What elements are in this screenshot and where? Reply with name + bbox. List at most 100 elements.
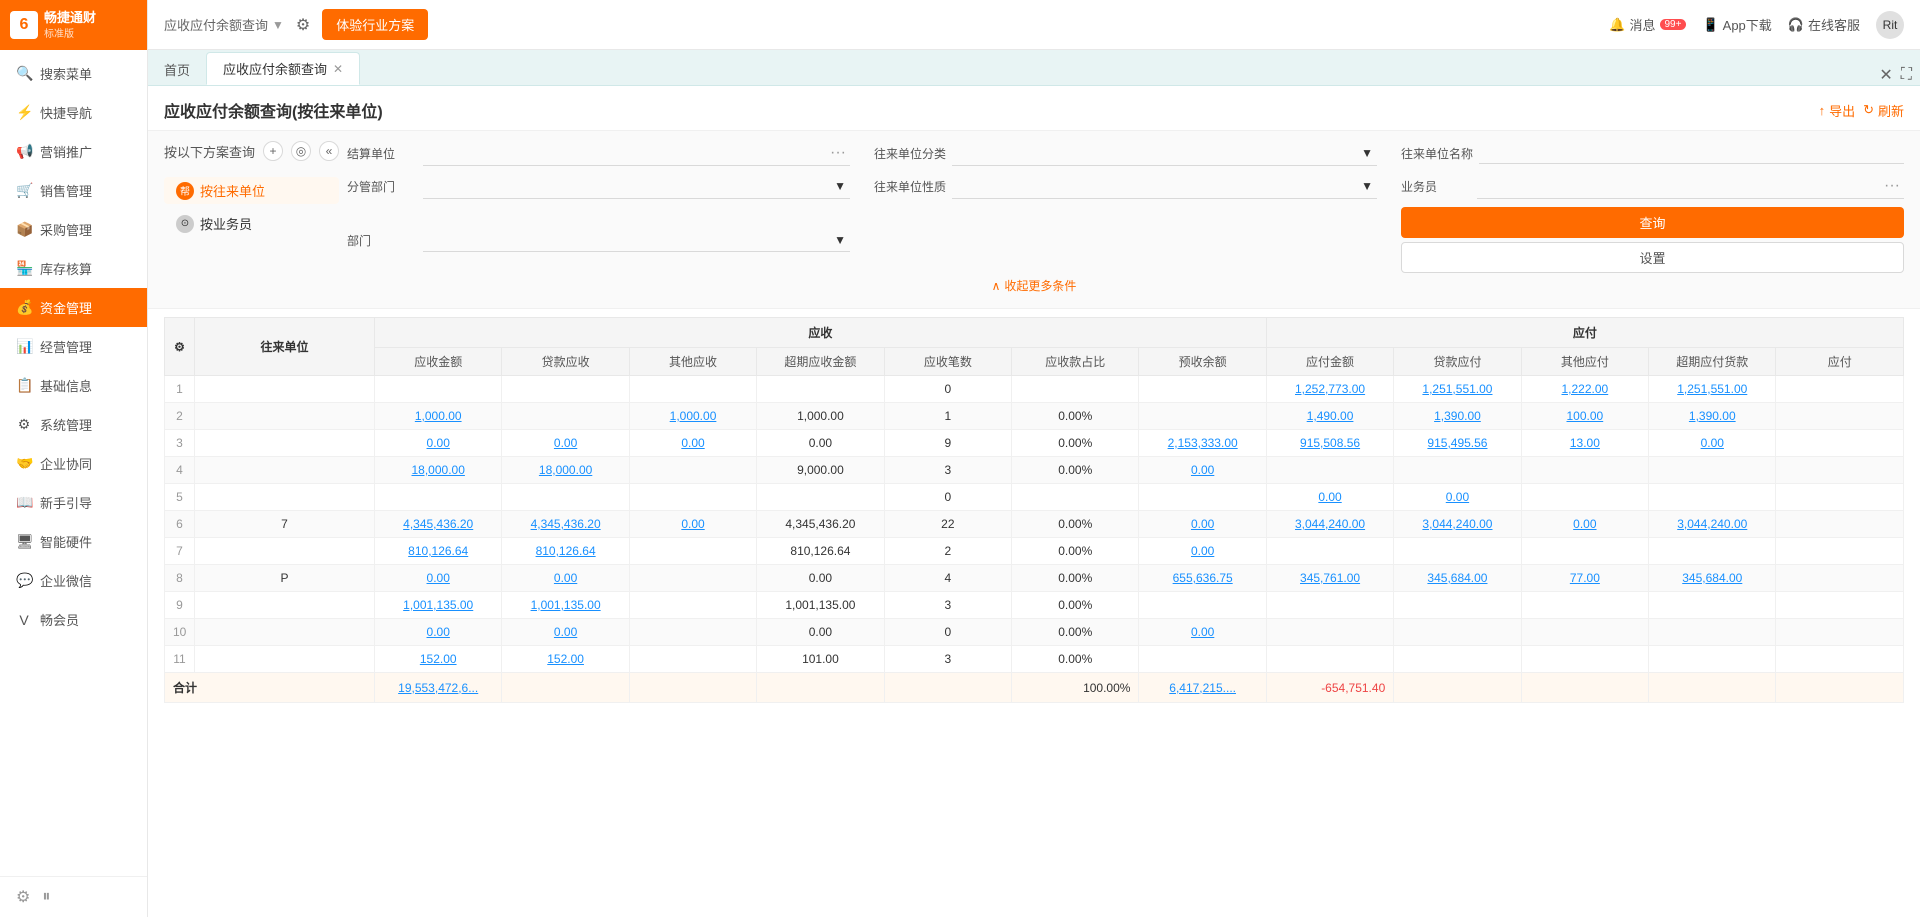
cell-row7-col9[interactable]: 345,761.00 [1266, 565, 1393, 592]
filter-collapse-btn[interactable]: ∧ 收起更多条件 [164, 273, 1904, 298]
cell-row9-col8[interactable]: 0.00 [1139, 619, 1266, 646]
cell-row9-col2[interactable]: 0.00 [375, 619, 502, 646]
cell-row10-col3[interactable]: 152.00 [502, 646, 629, 673]
dept-select[interactable]: ▼ [423, 175, 850, 199]
cell-row9-col9[interactable] [1266, 619, 1393, 646]
cell-row2-col10[interactable]: 915,495.56 [1394, 430, 1521, 457]
cell-row0-col3[interactable] [502, 376, 629, 403]
cell-row4-col3[interactable] [502, 484, 629, 511]
cell-row7-col12[interactable]: 345,684.00 [1649, 565, 1776, 592]
header-dropdown-icon[interactable]: ▼ [272, 18, 284, 32]
cell-row3-col2[interactable]: 18,000.00 [375, 457, 502, 484]
cell-row1-col9[interactable]: 1,490.00 [1266, 403, 1393, 430]
cell-row1-col3[interactable] [502, 403, 629, 430]
cell-row10-col9[interactable] [1266, 646, 1393, 673]
salesperson-select[interactable]: ··· [1477, 174, 1904, 199]
cell-row1-col10[interactable]: 1,390.00 [1394, 403, 1521, 430]
sidebar-item-marketing[interactable]: 📢 营销推广 [0, 132, 147, 171]
cell-row6-col12[interactable] [1649, 538, 1776, 565]
cell-row0-col12[interactable]: 1,251,551.00 [1649, 376, 1776, 403]
promo-button[interactable]: 体验行业方案 [322, 9, 428, 40]
cell-row6-col11[interactable] [1521, 538, 1648, 565]
cell-row5-col8[interactable]: 0.00 [1139, 511, 1266, 538]
salesperson-dots-icon[interactable]: ··· [1884, 177, 1900, 195]
sidebar-item-sales[interactable]: 🛒 销售管理 [0, 171, 147, 210]
cell-row8-col11[interactable] [1521, 592, 1648, 619]
cell-row5-col12[interactable]: 3,044,240.00 [1649, 511, 1776, 538]
cell-row7-col4[interactable] [629, 565, 756, 592]
unit-category-select[interactable]: ▼ [952, 142, 1377, 166]
edit-scheme-btn[interactable]: ◎ [291, 141, 311, 161]
cell-row5-col4[interactable]: 0.00 [629, 511, 756, 538]
cell-row2-col9[interactable]: 915,508.56 [1266, 430, 1393, 457]
cell-row10-col11[interactable] [1521, 646, 1648, 673]
cell-row9-col10[interactable] [1394, 619, 1521, 646]
sidebar-item-inventory[interactable]: 🏪 库存核算 [0, 249, 147, 288]
cell-row6-col8[interactable]: 0.00 [1139, 538, 1266, 565]
cell-row7-col3[interactable]: 0.00 [502, 565, 629, 592]
cell-row3-col10[interactable] [1394, 457, 1521, 484]
footer-recv-amt[interactable]: 19,553,472,6... [375, 673, 502, 703]
sidebar-item-wechat[interactable]: 💬 企业微信 [0, 561, 147, 600]
cell-row5-col11[interactable]: 0.00 [1521, 511, 1648, 538]
table-settings-col[interactable]: ⚙ [165, 318, 195, 376]
cell-row4-col10[interactable]: 0.00 [1394, 484, 1521, 511]
cell-row8-col3[interactable]: 1,001,135.00 [502, 592, 629, 619]
cell-row5-col2[interactable]: 4,345,436.20 [375, 511, 502, 538]
settlement-unit-select[interactable]: ··· [423, 141, 850, 166]
cell-row6-col4[interactable] [629, 538, 756, 565]
refresh-button[interactable]: ↻ 刷新 [1863, 101, 1904, 120]
cell-row4-col8[interactable] [1139, 484, 1266, 511]
footer-prepaid-bal[interactable]: 6,417,215.... [1139, 673, 1266, 703]
cell-row6-col2[interactable]: 810,126.64 [375, 538, 502, 565]
cell-row7-col2[interactable]: 0.00 [375, 565, 502, 592]
cell-row9-col12[interactable] [1649, 619, 1776, 646]
sidebar-item-guide[interactable]: 📖 新手引导 [0, 483, 147, 522]
cell-row3-col3[interactable]: 18,000.00 [502, 457, 629, 484]
sidebar-item-finance[interactable]: 💰 资金管理 [0, 288, 147, 327]
cell-row3-col4[interactable] [629, 457, 756, 484]
cell-row1-col11[interactable]: 100.00 [1521, 403, 1648, 430]
settings-bottom-icon[interactable]: ⚙ [16, 887, 30, 907]
cell-row4-col11[interactable] [1521, 484, 1648, 511]
cell-row5-col3[interactable]: 4,345,436.20 [502, 511, 629, 538]
cell-row6-col3[interactable]: 810,126.64 [502, 538, 629, 565]
sidebar-item-nav[interactable]: ⚡ 快捷导航 [0, 93, 147, 132]
sidebar-item-enterprise[interactable]: 🤝 企业协同 [0, 444, 147, 483]
query-button[interactable]: 查询 [1401, 207, 1904, 238]
cell-row0-col9[interactable]: 1,252,773.00 [1266, 376, 1393, 403]
cell-row0-col8[interactable] [1139, 376, 1266, 403]
cell-row8-col9[interactable] [1266, 592, 1393, 619]
cell-row4-col9[interactable]: 0.00 [1266, 484, 1393, 511]
close-tab-action[interactable]: ✕ [1879, 65, 1892, 85]
cell-row2-col2[interactable]: 0.00 [375, 430, 502, 457]
cell-row9-col11[interactable] [1521, 619, 1648, 646]
cell-row0-col2[interactable] [375, 376, 502, 403]
unit-name-input[interactable] [1479, 143, 1904, 164]
cell-row6-col10[interactable] [1394, 538, 1521, 565]
cell-row0-col10[interactable]: 1,251,551.00 [1394, 376, 1521, 403]
cell-row9-col3[interactable]: 0.00 [502, 619, 629, 646]
cell-row10-col2[interactable]: 152.00 [375, 646, 502, 673]
sidebar-item-management[interactable]: 📊 经营管理 [0, 327, 147, 366]
sidebar-item-hardware[interactable]: 🖥 智能硬件 [0, 522, 147, 561]
cell-row2-col4[interactable]: 0.00 [629, 430, 756, 457]
cell-row1-col4[interactable]: 1,000.00 [629, 403, 756, 430]
sidebar-item-system[interactable]: ⚙ 系统管理 [0, 405, 147, 444]
cell-row9-col4[interactable] [629, 619, 756, 646]
cell-row2-col3[interactable]: 0.00 [502, 430, 629, 457]
cell-row8-col12[interactable] [1649, 592, 1776, 619]
sidebar-item-basic-info[interactable]: 📋 基础信息 [0, 366, 147, 405]
user-avatar[interactable]: Rit [1876, 11, 1904, 39]
cell-row7-col8[interactable]: 655,636.75 [1139, 565, 1266, 592]
sidebar-item-search[interactable]: 🔍 搜索菜单 [0, 54, 147, 93]
cell-row8-col8[interactable] [1139, 592, 1266, 619]
cell-row3-col11[interactable] [1521, 457, 1648, 484]
notification-action[interactable]: 🔔 消息 99+ [1609, 15, 1686, 34]
header-gear-icon[interactable]: ⚙ [296, 15, 310, 35]
cell-row7-col11[interactable]: 77.00 [1521, 565, 1648, 592]
cell-row3-col9[interactable] [1266, 457, 1393, 484]
cell-row2-col11[interactable]: 13.00 [1521, 430, 1648, 457]
cell-row8-col2[interactable]: 1,001,135.00 [375, 592, 502, 619]
prev-scheme-btn[interactable]: « [319, 141, 339, 161]
